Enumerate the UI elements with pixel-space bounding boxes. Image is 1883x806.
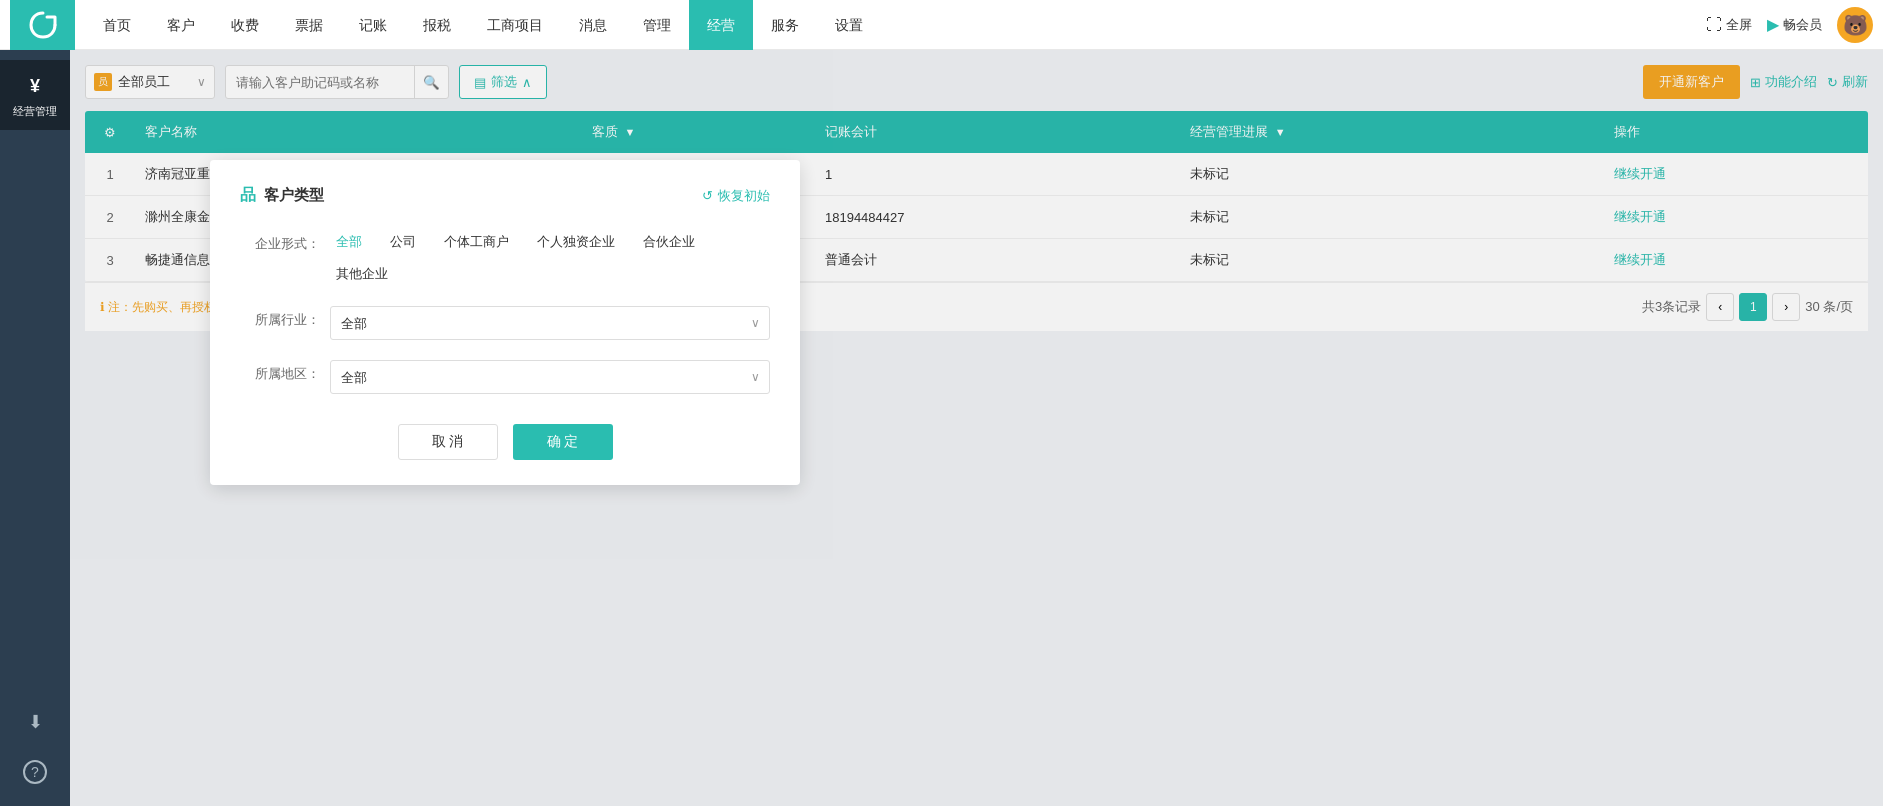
nav-voucher[interactable]: 票据 xyxy=(277,0,341,50)
modal-body: 企业形式： 全部 公司 个体工商户 个人独资企业 合伙企业 其他企业 所属行业： xyxy=(240,230,770,394)
vip-icon: ▶ xyxy=(1767,15,1779,34)
region-row: 所属地区： 全部 xyxy=(240,360,770,394)
industry-label: 所属行业： xyxy=(240,306,320,329)
modal-header: 品 客户类型 ↺ 恢复初始 xyxy=(240,185,770,206)
filter-modal: 品 客户类型 ↺ 恢复初始 企业形式： 全部 公司 xyxy=(210,160,800,485)
region-select[interactable]: 全部 xyxy=(330,360,770,394)
logo xyxy=(10,0,75,50)
nav-items: 首页 客户 收费 票据 记账 报税 工商项目 消息 管理 经营 服务 设置 xyxy=(85,0,1706,50)
modal-footer: 取 消 确 定 xyxy=(240,424,770,460)
nav-management[interactable]: 管理 xyxy=(625,0,689,50)
sidebar-item-operations[interactable]: ¥ 经营管理 xyxy=(0,60,70,130)
confirm-button[interactable]: 确 定 xyxy=(513,424,613,460)
operations-icon: ¥ xyxy=(21,72,49,100)
main-layout: ¥ 经营管理 ⬇ ? 员 全部员工 ∨ 🔍 xyxy=(0,50,1883,806)
option-all[interactable]: 全部 xyxy=(330,230,368,254)
sidebar-download[interactable]: ⬇ xyxy=(0,696,70,748)
modal-title: 品 客户类型 xyxy=(240,185,324,206)
region-select-wrapper: 全部 xyxy=(330,360,770,394)
fullscreen-btn[interactable]: ⛶ 全屏 xyxy=(1706,16,1752,34)
top-nav: 首页 客户 收费 票据 记账 报税 工商项目 消息 管理 经营 服务 设置 ⛶ … xyxy=(0,0,1883,50)
modal-title-icon: 品 xyxy=(240,185,256,206)
option-sole[interactable]: 个人独资企业 xyxy=(531,230,621,254)
sidebar-item-label: 经营管理 xyxy=(13,104,57,118)
nav-business[interactable]: 工商项目 xyxy=(469,0,561,50)
industry-row: 所属行业： 全部 xyxy=(240,306,770,340)
nav-customer[interactable]: 客户 xyxy=(149,0,213,50)
nav-message[interactable]: 消息 xyxy=(561,0,625,50)
enterprise-form-row: 企业形式： 全部 公司 个体工商户 个人独资企业 合伙企业 其他企业 xyxy=(240,230,770,286)
filter-modal-overlay: 品 客户类型 ↺ 恢复初始 企业形式： 全部 公司 xyxy=(70,50,1883,806)
vip-btn[interactable]: ▶ 畅会员 xyxy=(1767,15,1822,34)
option-individual[interactable]: 个体工商户 xyxy=(438,230,515,254)
option-partnership[interactable]: 合伙企业 xyxy=(637,230,701,254)
sidebar-bottom: ⬇ ? xyxy=(0,696,70,806)
cancel-button[interactable]: 取 消 xyxy=(398,424,498,460)
nav-operations[interactable]: 经营 xyxy=(689,0,753,50)
avatar[interactable]: 🐻 xyxy=(1837,7,1873,43)
enterprise-options: 全部 公司 个体工商户 个人独资企业 合伙企业 其他企业 xyxy=(330,230,770,286)
help-icon: ? xyxy=(23,760,47,784)
industry-select-wrapper: 全部 xyxy=(330,306,770,340)
restore-label: 恢复初始 xyxy=(718,187,770,205)
sidebar-help[interactable]: ? xyxy=(0,748,70,796)
nav-billing[interactable]: 收费 xyxy=(213,0,277,50)
sidebar: ¥ 经营管理 ⬇ ? xyxy=(0,50,70,806)
nav-tax[interactable]: 报税 xyxy=(405,0,469,50)
nav-right: ⛶ 全屏 ▶ 畅会员 🐻 xyxy=(1706,7,1873,43)
nav-home[interactable]: 首页 xyxy=(85,0,149,50)
main-content: 员 全部员工 ∨ 🔍 ▤ 筛选 ∧ 开通新客户 ⊞ 功能介绍 xyxy=(70,50,1883,806)
region-label: 所属地区： xyxy=(240,360,320,383)
fullscreen-icon: ⛶ xyxy=(1706,16,1722,34)
industry-select[interactable]: 全部 xyxy=(330,306,770,340)
modal-title-text: 客户类型 xyxy=(264,186,324,205)
vip-label: 畅会员 xyxy=(1783,16,1822,34)
restore-icon: ↺ xyxy=(702,188,713,203)
option-other[interactable]: 其他企业 xyxy=(330,262,394,286)
enterprise-form-label: 企业形式： xyxy=(240,230,320,253)
nav-service[interactable]: 服务 xyxy=(753,0,817,50)
nav-accounting[interactable]: 记账 xyxy=(341,0,405,50)
fullscreen-label: 全屏 xyxy=(1726,16,1752,34)
nav-settings[interactable]: 设置 xyxy=(817,0,881,50)
option-company[interactable]: 公司 xyxy=(384,230,422,254)
restore-defaults-button[interactable]: ↺ 恢复初始 xyxy=(702,187,770,205)
download-icon: ⬇ xyxy=(21,708,49,736)
